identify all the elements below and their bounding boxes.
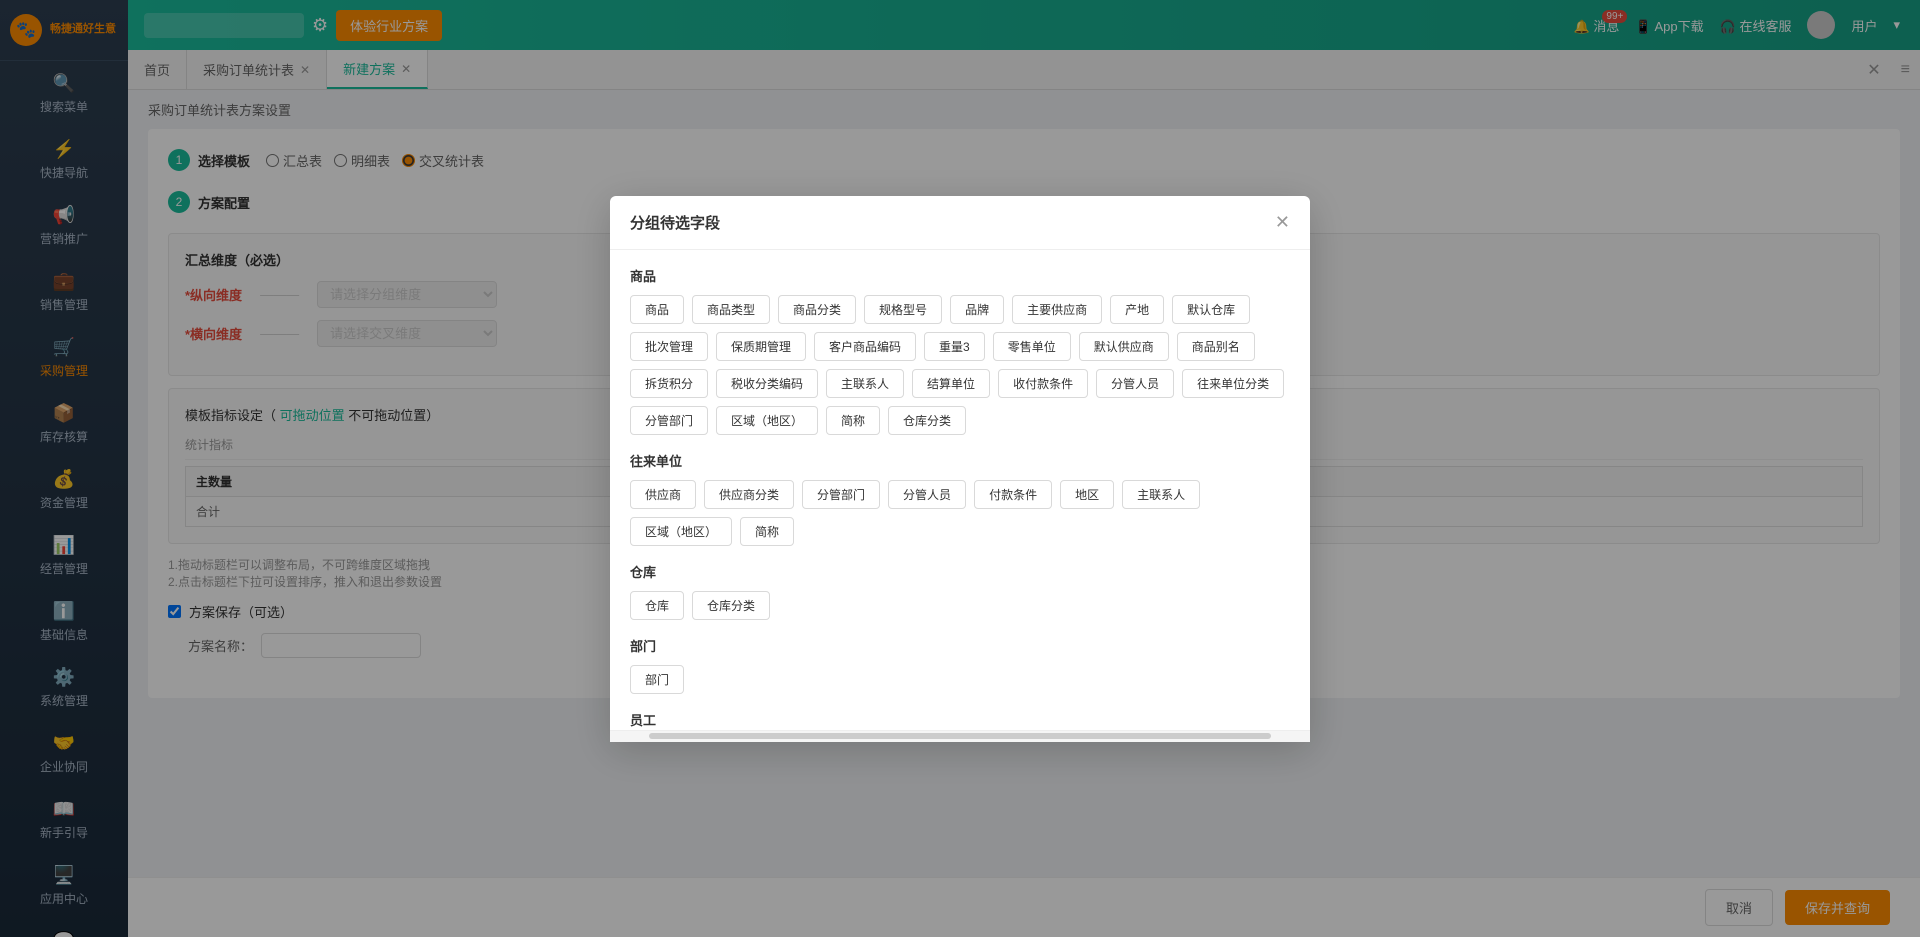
modal-section-product-title: 商品 (630, 266, 1290, 285)
tag-short-name[interactable]: 简称 (826, 406, 880, 435)
product-tags: 商品 商品类型 商品分类 规格型号 品牌 主要供应商 产地 默认仓库 批次管理 … (630, 295, 1290, 435)
modal-section-department: 部门 部门 (630, 636, 1290, 694)
tag-warehouse[interactable]: 仓库 (630, 591, 684, 620)
tag-spec-model[interactable]: 规格型号 (864, 295, 942, 324)
tag-partner-category[interactable]: 往来单位分类 (1182, 369, 1284, 398)
tag-partner-supervisor[interactable]: 分管人员 (888, 480, 966, 509)
modal-hscroll[interactable] (610, 730, 1310, 742)
tag-supplier[interactable]: 供应商 (630, 480, 696, 509)
tag-product-category[interactable]: 商品分类 (778, 295, 856, 324)
tag-origin[interactable]: 产地 (1110, 295, 1164, 324)
modal-section-product: 商品 商品 商品类型 商品分类 规格型号 品牌 主要供应商 产地 默认仓库 批次… (630, 266, 1290, 435)
tag-payment-condition[interactable]: 付款条件 (974, 480, 1052, 509)
warehouse-tags: 仓库 仓库分类 (630, 591, 1290, 620)
tag-department[interactable]: 部门 (630, 665, 684, 694)
tag-supplier-category[interactable]: 供应商分类 (704, 480, 794, 509)
tag-product[interactable]: 商品 (630, 295, 684, 324)
tag-customer-code[interactable]: 客户商品编码 (814, 332, 916, 361)
tag-tax-code[interactable]: 税收分类编码 (716, 369, 818, 398)
tag-product-type[interactable]: 商品类型 (692, 295, 770, 324)
tag-unpack-score[interactable]: 拆货积分 (630, 369, 708, 398)
department-tags: 部门 (630, 665, 1290, 694)
tag-default-supplier[interactable]: 默认供应商 (1079, 332, 1169, 361)
tag-warehouse-category[interactable]: 仓库分类 (888, 406, 966, 435)
tag-settlement-unit[interactable]: 结算单位 (912, 369, 990, 398)
modal-section-employee: 员工 业务员 (630, 710, 1290, 730)
tag-weight3[interactable]: 重量3 (924, 332, 985, 361)
tag-default-warehouse[interactable]: 默认仓库 (1172, 295, 1250, 324)
modal-dialog: 分组待选字段 ✕ 商品 商品 商品类型 商品分类 规格型号 品牌 主要供应商 产… (610, 196, 1310, 742)
tag-supervisor[interactable]: 分管人员 (1096, 369, 1174, 398)
tag-partner-short-name[interactable]: 简称 (740, 517, 794, 546)
partner-tags: 供应商 供应商分类 分管部门 分管人员 付款条件 地区 主联系人 区域（地区） … (630, 480, 1290, 546)
modal-close-btn[interactable]: ✕ (1275, 212, 1290, 233)
tag-region[interactable]: 区域（地区） (716, 406, 818, 435)
tag-brand[interactable]: 品牌 (950, 295, 1004, 324)
tag-retail-unit[interactable]: 零售单位 (993, 332, 1071, 361)
tag-expiry-mgmt[interactable]: 保质期管理 (716, 332, 806, 361)
modal-section-partner: 往来单位 供应商 供应商分类 分管部门 分管人员 付款条件 地区 主联系人 区域… (630, 451, 1290, 546)
tag-partner-region[interactable]: 区域（地区） (630, 517, 732, 546)
tag-main-contact[interactable]: 主联系人 (826, 369, 904, 398)
tag-area[interactable]: 地区 (1060, 480, 1114, 509)
modal-section-department-title: 部门 (630, 636, 1290, 655)
modal-body: 商品 商品 商品类型 商品分类 规格型号 品牌 主要供应商 产地 默认仓库 批次… (610, 250, 1310, 730)
tag-warehouse-cat[interactable]: 仓库分类 (692, 591, 770, 620)
modal-overlay: 分组待选字段 ✕ 商品 商品 商品类型 商品分类 规格型号 品牌 主要供应商 产… (0, 0, 1920, 937)
modal-section-partner-title: 往来单位 (630, 451, 1290, 470)
tag-main-supplier[interactable]: 主要供应商 (1012, 295, 1102, 324)
modal-section-employee-title: 员工 (630, 710, 1290, 729)
modal-title: 分组待选字段 (630, 212, 720, 233)
tag-partner-dept[interactable]: 分管部门 (802, 480, 880, 509)
modal-section-warehouse: 仓库 仓库 仓库分类 (630, 562, 1290, 620)
tag-dept[interactable]: 分管部门 (630, 406, 708, 435)
tag-batch-mgmt[interactable]: 批次管理 (630, 332, 708, 361)
modal-section-warehouse-title: 仓库 (630, 562, 1290, 581)
tag-partner-main-contact[interactable]: 主联系人 (1122, 480, 1200, 509)
tag-payment-terms[interactable]: 收付款条件 (998, 369, 1088, 398)
tag-alias[interactable]: 商品别名 (1177, 332, 1255, 361)
modal-header: 分组待选字段 ✕ (610, 196, 1310, 250)
